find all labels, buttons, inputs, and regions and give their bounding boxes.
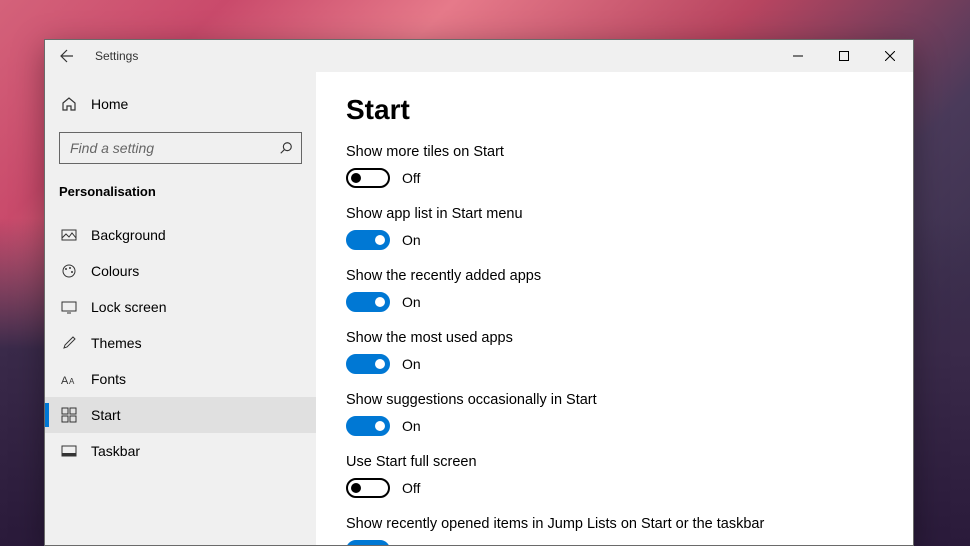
svg-text:A: A (69, 377, 75, 386)
search-input[interactable] (70, 140, 279, 156)
window-title: Settings (89, 49, 138, 63)
nav-item-label: Background (91, 227, 166, 243)
start-tiles-icon (61, 407, 77, 423)
nav-item-label: Colours (91, 263, 139, 279)
nav-item-fonts[interactable]: AA Fonts (45, 361, 316, 397)
nav-item-label: Start (91, 407, 121, 423)
sidebar: Home Personalisation Background Colours (45, 72, 316, 545)
toggle-state-label: On (402, 542, 421, 545)
toggle-switch[interactable] (346, 168, 390, 188)
arrow-left-icon (59, 48, 75, 64)
settings-list: Show more tiles on Start Off Show app list… (346, 144, 883, 545)
setting-item: Show the most used apps On (346, 330, 883, 374)
setting-label: Show the most used apps (346, 330, 883, 346)
nav-item-colours[interactable]: Colours (45, 253, 316, 289)
page-title: Start (346, 94, 883, 126)
monitor-icon (61, 299, 77, 315)
window-controls (775, 40, 913, 72)
category-label: Personalisation (45, 178, 316, 217)
settings-window: Settings Home Personalisation (44, 39, 914, 546)
nav-list: Background Colours Lock screen Themes AA… (45, 217, 316, 469)
home-icon (61, 96, 77, 112)
toggle-switch[interactable] (346, 478, 390, 498)
setting-item: Show the recently added apps On (346, 268, 883, 312)
svg-text:A: A (61, 375, 69, 386)
home-label: Home (91, 96, 128, 112)
toggle-state-label: Off (402, 480, 420, 496)
toggle-switch[interactable] (346, 292, 390, 312)
home-nav[interactable]: Home (45, 90, 316, 118)
setting-item: Show suggestions occasionally in Start On (346, 392, 883, 436)
toggle-state-label: On (402, 356, 421, 372)
nav-item-taskbar[interactable]: Taskbar (45, 433, 316, 469)
setting-item: Show recently opened items in Jump Lists… (346, 516, 883, 545)
taskbar-icon (61, 443, 77, 459)
nav-item-label: Taskbar (91, 443, 140, 459)
toggle-switch[interactable] (346, 230, 390, 250)
toggle-state-label: On (402, 294, 421, 310)
nav-item-themes[interactable]: Themes (45, 325, 316, 361)
maximize-button[interactable] (821, 40, 867, 72)
minimize-button[interactable] (775, 40, 821, 72)
toggle-switch[interactable] (346, 354, 390, 374)
close-button[interactable] (867, 40, 913, 72)
image-icon (61, 227, 77, 243)
toggle-switch[interactable] (346, 416, 390, 436)
setting-item: Show app list in Start menu On (346, 206, 883, 250)
toggle-state-label: On (402, 232, 421, 248)
back-button[interactable] (45, 40, 89, 72)
setting-label: Show more tiles on Start (346, 144, 883, 160)
brush-icon (61, 335, 77, 351)
titlebar: Settings (45, 40, 913, 72)
nav-item-background[interactable]: Background (45, 217, 316, 253)
setting-label: Show recently opened items in Jump Lists… (346, 516, 883, 532)
toggle-state-label: On (402, 418, 421, 434)
font-icon: AA (61, 372, 77, 386)
palette-icon (61, 263, 77, 279)
main-panel: Start Show more tiles on Start Off Show ap… (316, 72, 913, 545)
setting-label: Show app list in Start menu (346, 206, 883, 222)
setting-item: Use Start full screen Off (346, 454, 883, 498)
nav-item-label: Lock screen (91, 299, 166, 315)
setting-label: Show suggestions occasionally in Start (346, 392, 883, 408)
nav-item-start[interactable]: Start (45, 397, 316, 433)
setting-item: Show more tiles on Start Off (346, 144, 883, 188)
toggle-state-label: Off (402, 170, 420, 186)
nav-item-lock-screen[interactable]: Lock screen (45, 289, 316, 325)
setting-label: Use Start full screen (346, 454, 883, 470)
toggle-switch[interactable] (346, 540, 390, 545)
search-box[interactable] (59, 132, 302, 164)
nav-item-label: Fonts (91, 371, 126, 387)
search-icon (279, 141, 293, 155)
setting-label: Show the recently added apps (346, 268, 883, 284)
nav-item-label: Themes (91, 335, 142, 351)
